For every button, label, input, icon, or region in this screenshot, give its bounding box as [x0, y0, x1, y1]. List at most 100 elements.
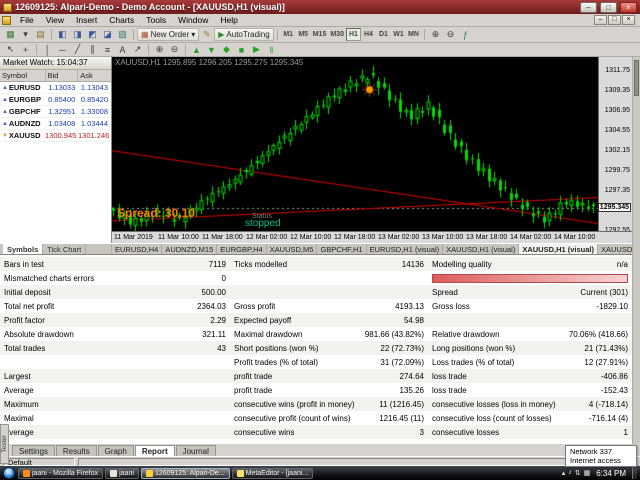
- stop-marker-icon[interactable]: ■: [234, 43, 249, 56]
- price-marker-icon[interactable]: ◆: [219, 43, 234, 56]
- tick-up-icon: ▲: [1, 84, 8, 91]
- chart-tab-eurusd-h4[interactable]: EURUSD,H4: [112, 244, 163, 254]
- taskbar-clock[interactable]: 6:34 PM: [593, 469, 629, 478]
- taskbar-button-jaani-mozilla-firefox[interactable]: jaani - Mozilla Firefox: [18, 467, 104, 479]
- menu-insert[interactable]: Insert: [70, 14, 103, 26]
- market-watch-row-eurgbp[interactable]: ▲ EURGBP 0.85400 0.85420: [0, 94, 111, 106]
- vertical-line-icon[interactable]: │: [40, 43, 55, 56]
- zoom-in-2-icon[interactable]: ⊕: [152, 43, 167, 56]
- report-row: Average consecutive wins 3 consecutive loss…: [0, 425, 632, 439]
- close-button[interactable]: ×: [620, 1, 637, 13]
- report-label: Maximal: [4, 413, 34, 423]
- volume-icon[interactable]: ♪: [568, 469, 572, 477]
- chart-tab-eurusd-h1-visual[interactable]: EURUSD,H1 (visual): [367, 244, 444, 254]
- mdi-minimize-button[interactable]: –: [594, 15, 607, 25]
- market-watch-row-audnzd[interactable]: ▲ AUDNZD 1.03408 1.03444: [0, 118, 111, 130]
- tester-tab-report[interactable]: Report: [134, 445, 175, 456]
- bid-value: 1.32951: [48, 107, 76, 116]
- tester-tab-results[interactable]: Results: [55, 445, 97, 456]
- show-desktop-button[interactable]: [632, 467, 637, 479]
- text-label-icon[interactable]: A: [115, 43, 130, 56]
- menu-view[interactable]: View: [40, 14, 70, 26]
- zoom-out-2-icon[interactable]: ⊖: [167, 43, 182, 56]
- chart-dropdown-icon[interactable]: ▾: [18, 28, 33, 41]
- tester-tab-settings[interactable]: Settings: [12, 445, 55, 456]
- report-row: Largest profit trade 274.64 loss trade -406.…: [0, 369, 632, 383]
- data-window-icon[interactable]: ◨: [70, 28, 85, 41]
- terminal-icon[interactable]: ◪: [100, 28, 115, 41]
- equidistant-channel-icon[interactable]: ∥: [85, 43, 100, 56]
- autotrading-button[interactable]: ▶ AutoTrading: [214, 28, 274, 41]
- profile-selector[interactable]: Default: [3, 458, 75, 466]
- taskbar-button-jaani[interactable]: jaani: [105, 467, 139, 479]
- new-order-button[interactable]: ▦ New Order ▾: [137, 28, 200, 41]
- navigator-icon[interactable]: ◩: [85, 28, 100, 41]
- chart-tab-xauusd-h1-visual[interactable]: XAUUSD,H1 (visual): [443, 244, 520, 254]
- timeframe-mn-button[interactable]: MN: [406, 28, 421, 41]
- timeframe-h4-button[interactable]: H4: [361, 28, 376, 41]
- candlestick-chart[interactable]: [112, 57, 598, 231]
- mdi-restore-button[interactable]: □: [608, 15, 621, 25]
- new-chart-icon[interactable]: ▦: [3, 28, 18, 41]
- mdi-window-icon[interactable]: [2, 15, 11, 25]
- trendline-icon[interactable]: ╱: [70, 43, 85, 56]
- timeframe-d1-button[interactable]: D1: [376, 28, 391, 41]
- timeframe-m30-button[interactable]: M30: [328, 28, 346, 41]
- price-scale[interactable]: 1311.75 1309.35 1306.95 1304.55 1302.15 1299.…: [597, 57, 632, 234]
- chart-tab-xauusd-m5[interactable]: XAUUSD,M5: [267, 244, 318, 254]
- zoom-out-icon[interactable]: ⊖: [443, 28, 458, 41]
- pause-visual-icon[interactable]: ‖: [264, 43, 279, 56]
- timeframe-m1-button[interactable]: M1: [281, 28, 296, 41]
- network-icon[interactable]: ⇅: [575, 469, 581, 477]
- menu-tools[interactable]: Tools: [140, 14, 172, 26]
- horizontal-line-icon[interactable]: ─: [55, 43, 70, 56]
- taskbar-button-label: 12609125: Alpari-De...: [154, 469, 225, 477]
- maximize-button[interactable]: □: [600, 1, 617, 13]
- zoom-in-icon[interactable]: ⊕: [428, 28, 443, 41]
- hidden-icons-icon[interactable]: ▴: [562, 469, 566, 477]
- chart-tab-audnzd-m15[interactable]: AUDNZD,M15: [162, 244, 218, 254]
- play-visual-icon[interactable]: ▶: [249, 43, 264, 56]
- tester-tab-journal[interactable]: Journal: [175, 445, 216, 456]
- strategy-tester-icon[interactable]: ▧: [115, 28, 130, 41]
- indicators-icon[interactable]: ƒ: [458, 28, 473, 41]
- minimize-button[interactable]: –: [580, 1, 597, 13]
- mdi-close-button[interactable]: ×: [622, 15, 635, 25]
- market-watch-tab-symbols[interactable]: Symbols: [3, 244, 44, 254]
- market-watch-row-gbpchf[interactable]: ▲ GBPCHF 1.32951 1.33008: [0, 106, 111, 118]
- taskbar-button-metaeditor-jaani[interactable]: MetaEditor - [jaani...: [231, 467, 314, 479]
- metaeditor-icon[interactable]: ✎: [199, 28, 214, 41]
- market-watch-tab-tick-chart[interactable]: Tick Chart: [43, 244, 87, 254]
- taskbar-button-12609125-alpari-de[interactable]: 12609125: Alpari-De...: [140, 467, 230, 479]
- chart-tab-eurgbp-h4[interactable]: EURGBP,H4: [217, 244, 267, 254]
- menu-file[interactable]: File: [14, 14, 40, 26]
- market-watch-icon[interactable]: ◧: [55, 28, 70, 41]
- chart-tab-xauusd-h1-vis[interactable]: XAUUSD,H1 (vis: [598, 244, 632, 254]
- profiles-icon[interactable]: ▤: [33, 28, 48, 41]
- time-axis[interactable]: 11 Mar 2019 11 Mar 10:00 11 Mar 18:00 12 Ma…: [112, 231, 632, 243]
- timeframe-m15-button[interactable]: M15: [311, 28, 329, 41]
- chart-tab-gbpchf-h1[interactable]: GBPCHF,H1: [317, 244, 367, 254]
- arrow-objects-icon[interactable]: ↗: [130, 43, 145, 56]
- menu-charts[interactable]: Charts: [103, 14, 140, 26]
- menu-help[interactable]: Help: [214, 14, 243, 26]
- start-button[interactable]: ⊞: [3, 467, 15, 479]
- timeframe-m5-button[interactable]: M5: [296, 28, 311, 41]
- scrollbar-thumb[interactable]: [634, 60, 639, 96]
- timeframe-w1-button[interactable]: W1: [391, 28, 406, 41]
- buy-arrow-icon[interactable]: ▲: [189, 43, 204, 56]
- market-watch-row-xauusd[interactable]: ▼ XAUUSD 1300.945 1301.246: [0, 130, 111, 142]
- time-tick-label: 12 Mar 10:00: [290, 234, 332, 241]
- crosshair-icon[interactable]: +: [18, 43, 33, 56]
- market-watch-row-eurusd[interactable]: ▲ EURUSD 1.13033 1.13043: [0, 82, 111, 94]
- chart-tab-xauusd-h1-visual[interactable]: XAUUSD,H1 (visual): [519, 244, 599, 254]
- report-cell: Average: [0, 428, 230, 437]
- menu-window[interactable]: Window: [172, 14, 214, 26]
- fibonacci-retracement-icon[interactable]: ≡: [100, 43, 115, 56]
- action-center-icon[interactable]: ▦: [584, 469, 591, 477]
- cursor-icon[interactable]: ↖: [3, 43, 18, 56]
- sell-arrow-icon[interactable]: ▼: [204, 43, 219, 56]
- chart-area[interactable]: XAUUSD,H1 1295.895 1296.205 1295.275 129…: [112, 57, 632, 243]
- tester-tab-graph[interactable]: Graph: [97, 445, 134, 456]
- timeframe-h1-button[interactable]: H1: [345, 28, 361, 41]
